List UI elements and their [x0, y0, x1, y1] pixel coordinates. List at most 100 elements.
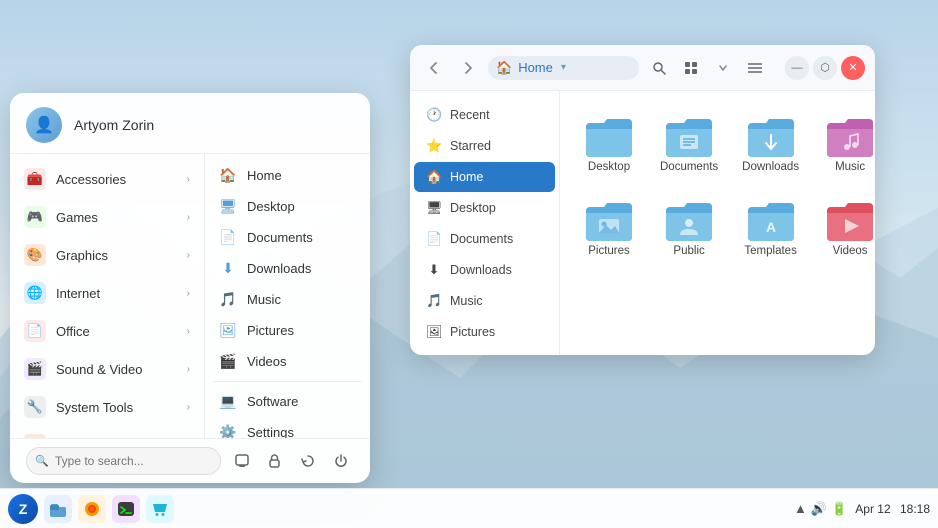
taskbar-store-button[interactable] [146, 495, 174, 523]
zorin-logo: Z [19, 501, 28, 517]
category-utilities[interactable]: 🛠 Utilities › [10, 426, 204, 438]
taskbar-files-button[interactable] [44, 495, 72, 523]
fm-view-button[interactable] [677, 54, 705, 82]
place-settings[interactable]: ⚙️ Settings [205, 417, 370, 438]
menu-footer: 🔍 [10, 438, 370, 483]
downloads-sidebar-icon: ⬇ [426, 262, 442, 278]
category-games[interactable]: 🎮 Games › [10, 198, 204, 236]
folder-desktop[interactable]: Desktop [576, 107, 642, 179]
internet-icon: 🌐 [24, 282, 46, 304]
place-pictures[interactable]: 🖼 Pictures [205, 315, 370, 346]
fm-grid-area: Desktop Documents [560, 91, 875, 355]
place-documents[interactable]: 📄 Documents [205, 222, 370, 253]
sidebar-item-videos[interactable]: 🎬 Videos [414, 348, 555, 355]
home-sidebar-icon: 🏠 [426, 169, 442, 185]
terminal-icon [117, 500, 135, 518]
fm-minimize-button[interactable]: — [785, 56, 809, 80]
place-downloads[interactable]: ⬇ Downloads [205, 253, 370, 284]
music-place-icon: 🎵 [219, 291, 237, 308]
fm-close-button[interactable]: ✕ [841, 56, 865, 80]
folder-templates[interactable]: A Templates [736, 191, 805, 263]
sidebar-home-label: Home [450, 170, 483, 184]
app-menu: 👤 Artyom Zorin 🧰 Accessories › 🎮 Games ›… [10, 93, 370, 483]
screenshot-button[interactable] [229, 447, 254, 475]
taskbar-date-time: Apr 12 18:18 [855, 502, 930, 516]
sidebar-item-music[interactable]: 🎵 Music [414, 286, 555, 316]
lock-button[interactable] [262, 447, 287, 475]
taskbar-system-icons: ▲ 🔊 🔋 [794, 501, 847, 517]
sidebar-documents-label: Documents [450, 232, 513, 246]
fm-maximize-button[interactable]: ⬡ [813, 56, 837, 80]
refresh-button[interactable] [296, 447, 321, 475]
sidebar-item-recent[interactable]: 🕐 Recent [414, 100, 555, 130]
sidebar-item-downloads[interactable]: ⬇ Downloads [414, 255, 555, 285]
sidebar-item-home[interactable]: 🏠 Home [414, 162, 555, 192]
place-downloads-label: Downloads [247, 261, 311, 276]
fm-location-text: Home [518, 60, 553, 75]
starred-icon: ⭐ [426, 138, 442, 154]
sidebar-pictures-label: Pictures [450, 325, 495, 339]
search-input[interactable] [26, 447, 221, 475]
downloads-place-icon: ⬇ [219, 260, 237, 277]
category-graphics-label: Graphics [56, 248, 177, 263]
hamburger-icon [748, 63, 762, 73]
place-music[interactable]: 🎵 Music [205, 284, 370, 315]
view-toggle-icon [684, 61, 698, 75]
sidebar-item-starred[interactable]: ⭐ Starred [414, 131, 555, 161]
folder-public[interactable]: Public [654, 191, 724, 263]
graphics-arrow: › [187, 250, 190, 261]
folder-documents[interactable]: Documents [654, 107, 724, 179]
place-home[interactable]: 🏠 Home [205, 160, 370, 191]
settings-place-icon: ⚙️ [219, 424, 237, 438]
volume-icon: 🔊 [811, 501, 827, 517]
sidebar-item-documents[interactable]: 📄 Documents [414, 224, 555, 254]
category-office[interactable]: 📄 Office › [10, 312, 204, 350]
category-office-label: Office [56, 324, 177, 339]
fm-back-button[interactable] [420, 54, 448, 82]
fm-titlebar: 🏠 Home ▾ — ⬡ ✕ [410, 45, 875, 91]
taskbar-time: 18:18 [900, 502, 930, 516]
place-desktop[interactable]: 🖥 Desktop [205, 191, 370, 222]
folder-templates-icon: A [744, 197, 798, 245]
folder-desktop-label: Desktop [588, 161, 630, 173]
category-internet-label: Internet [56, 286, 177, 301]
sidebar-item-desktop[interactable]: 🖥 Desktop [414, 193, 555, 223]
place-software[interactable]: 💻 Software [205, 386, 370, 417]
network-icon: ▲ [794, 501, 807, 516]
fm-search-button[interactable] [645, 54, 673, 82]
folder-pictures[interactable]: Pictures [576, 191, 642, 263]
place-videos[interactable]: 🎬 Videos [205, 346, 370, 377]
folder-videos-label: Videos [833, 245, 868, 257]
documents-sidebar-icon: 📄 [426, 231, 442, 247]
fm-forward-button[interactable] [454, 54, 482, 82]
power-button[interactable] [329, 447, 354, 475]
folder-music[interactable]: Music [817, 107, 875, 179]
category-internet[interactable]: 🌐 Internet › [10, 274, 204, 312]
folder-downloads[interactable]: Downloads [736, 107, 805, 179]
system-tools-arrow: › [187, 402, 190, 413]
home-place-icon: 🏠 [219, 167, 237, 184]
category-graphics[interactable]: 🎨 Graphics › [10, 236, 204, 274]
zorin-menu-button[interactable]: Z [8, 494, 38, 524]
place-software-label: Software [247, 394, 298, 409]
sidebar-recent-label: Recent [450, 108, 490, 122]
taskbar-firefox-button[interactable] [78, 495, 106, 523]
fm-toolbar-right: — ⬡ ✕ [645, 54, 865, 82]
search-wrapper: 🔍 [26, 447, 221, 475]
fm-view-chevron-button[interactable] [709, 54, 737, 82]
sidebar-item-pictures[interactable]: 🖼 Pictures [414, 317, 555, 347]
fm-menu-button[interactable] [741, 54, 769, 82]
category-accessories[interactable]: 🧰 Accessories › [10, 160, 204, 198]
power-icon [334, 454, 348, 468]
sidebar-desktop-label: Desktop [450, 201, 496, 215]
taskbar-terminal-button[interactable] [112, 495, 140, 523]
category-system-tools[interactable]: 🔧 System Tools › [10, 388, 204, 426]
taskbar-left: Z [8, 494, 174, 524]
taskbar-date: Apr 12 [855, 502, 890, 516]
fm-location-bar[interactable]: 🏠 Home ▾ [488, 56, 639, 80]
desktop-sidebar-icon: 🖥 [426, 200, 442, 216]
search-tool-icon [652, 61, 666, 75]
forward-arrow-icon [461, 61, 475, 75]
category-sound-video[interactable]: 🎬 Sound & Video › [10, 350, 204, 388]
folder-videos[interactable]: Videos [817, 191, 875, 263]
